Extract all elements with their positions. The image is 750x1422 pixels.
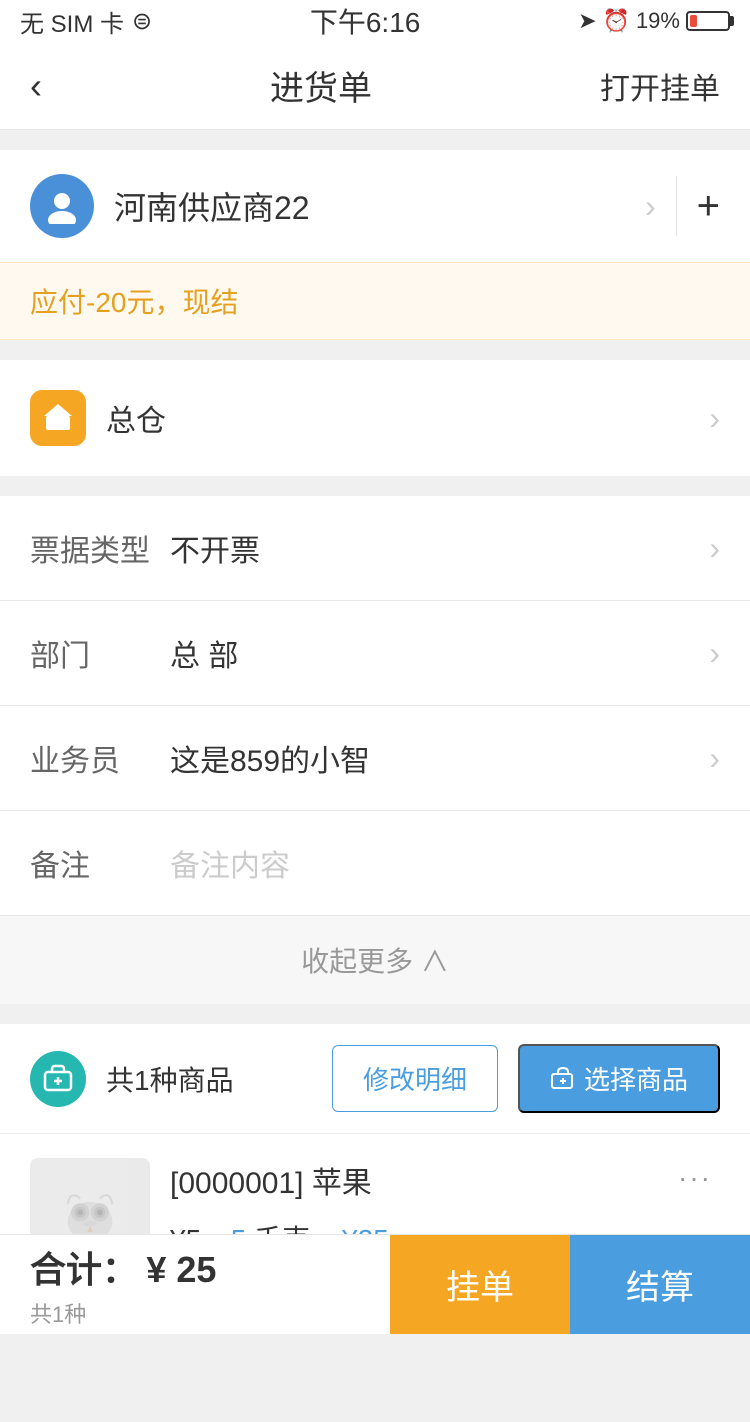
- ticket-type-row[interactable]: 票据类型 不开票 ›: [0, 496, 750, 600]
- remark-row[interactable]: 备注 备注内容: [0, 811, 750, 915]
- salesperson-row[interactable]: 业务员 这是859的小智 ›: [0, 706, 750, 810]
- supplier-chevron-icon: ›: [645, 188, 656, 225]
- product-count-text: 共1种商品: [106, 1059, 312, 1099]
- department-value: 总 部: [170, 631, 709, 675]
- department-chevron-icon: ›: [709, 635, 720, 672]
- alarm-icon: ⏰: [603, 8, 630, 34]
- salesperson-value: 这是859的小智: [170, 736, 709, 780]
- product-more-button[interactable]: ···: [670, 1158, 720, 1198]
- location-icon: ➤: [578, 8, 596, 34]
- product-name: [0000001] 苹果: [170, 1158, 650, 1202]
- product-header: 共1种商品 修改明细 选择商品: [0, 1024, 750, 1133]
- supplier-row[interactable]: 河南供应商22 › +: [0, 150, 750, 262]
- salesperson-chevron-icon: ›: [709, 740, 720, 777]
- total-amount: 合计： ¥ 25: [30, 1241, 360, 1293]
- bottom-bar: 合计： ¥ 25 共1种 挂单 结算: [0, 1234, 750, 1334]
- supplier-avatar: [30, 174, 94, 238]
- department-label: 部门: [30, 631, 170, 675]
- warehouse-row[interactable]: 总仓 ›: [0, 360, 750, 476]
- remark-input[interactable]: 备注内容: [170, 841, 720, 885]
- supplier-name: 河南供应商22: [114, 183, 645, 229]
- wifi-icon: ⊜: [132, 7, 152, 36]
- nav-bar: ‹ 进货单 打开挂单: [0, 42, 750, 130]
- ticket-type-label: 票据类型: [30, 526, 170, 570]
- back-button[interactable]: ‹: [30, 65, 42, 107]
- ticket-type-chevron-icon: ›: [709, 530, 720, 567]
- warehouse-icon: [30, 390, 86, 446]
- department-row[interactable]: 部门 总 部 ›: [0, 601, 750, 705]
- warehouse-name: 总仓: [106, 396, 709, 440]
- divider-1: [0, 130, 750, 150]
- status-time: 下午6:16: [310, 1, 421, 41]
- warning-banner: 应付-20元，现结: [0, 262, 750, 340]
- open-hang-button[interactable]: 打开挂单: [600, 64, 720, 108]
- add-supplier-button[interactable]: +: [697, 184, 720, 229]
- collapse-button[interactable]: 收起更多 ∧: [0, 915, 750, 1004]
- cart-icon: [550, 1066, 576, 1092]
- divider-3: [0, 476, 750, 496]
- status-right: ➤ ⏰ 19%: [578, 8, 730, 34]
- total-section: 合计： ¥ 25 共1种: [0, 1235, 390, 1334]
- remark-label: 备注: [30, 841, 170, 885]
- sim-status: 无 SIM 卡: [20, 4, 124, 39]
- product-count-icon: [30, 1051, 86, 1107]
- battery-icon: [686, 11, 730, 31]
- status-bar: 无 SIM 卡 ⊜ 下午6:16 ➤ ⏰ 19%: [0, 0, 750, 42]
- hang-button[interactable]: 挂单: [390, 1235, 570, 1334]
- edit-detail-button[interactable]: 修改明细: [332, 1045, 498, 1112]
- total-count: 共1种: [30, 1297, 360, 1329]
- status-left: 无 SIM 卡 ⊜: [20, 4, 152, 39]
- divider-2: [0, 340, 750, 360]
- page-title: 进货单: [270, 61, 372, 110]
- salesperson-label: 业务员: [30, 736, 170, 780]
- ticket-type-value: 不开票: [170, 526, 709, 570]
- person-icon: [44, 188, 80, 224]
- warehouse-chevron-icon: ›: [709, 400, 720, 437]
- vertical-divider: [676, 176, 677, 236]
- checkout-button[interactable]: 结算: [570, 1235, 750, 1334]
- battery-percent: 19%: [636, 8, 680, 34]
- select-product-button[interactable]: 选择商品: [518, 1044, 720, 1113]
